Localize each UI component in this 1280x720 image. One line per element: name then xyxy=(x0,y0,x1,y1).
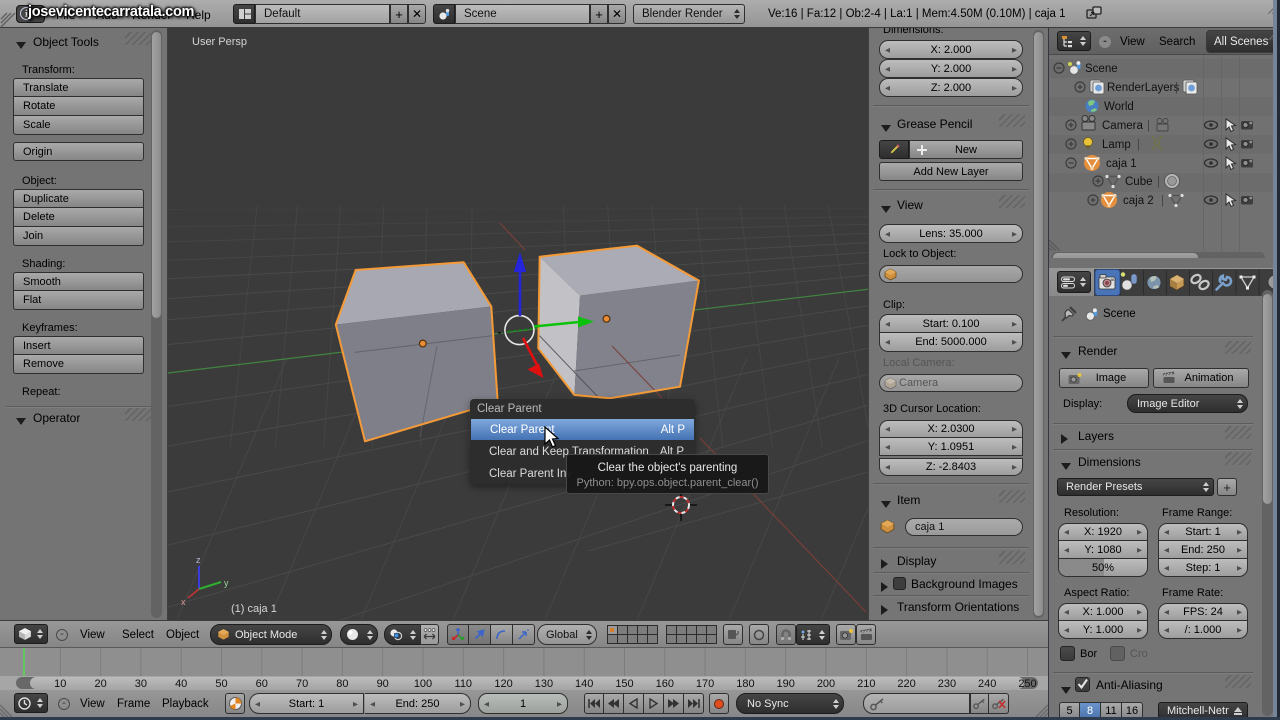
svg-text:180: 180 xyxy=(736,678,754,690)
svg-text:220: 220 xyxy=(897,678,915,690)
svg-text:160: 160 xyxy=(656,678,674,690)
svg-text:World: World xyxy=(1104,101,1134,113)
svg-text:200: 200 xyxy=(817,678,835,690)
svg-text:130: 130 xyxy=(535,678,553,690)
svg-text:90: 90 xyxy=(377,678,389,690)
svg-text:z: z xyxy=(196,555,201,565)
svg-text:Cube: Cube xyxy=(1125,176,1153,188)
svg-text:170: 170 xyxy=(696,678,714,690)
svg-text:250: 250 xyxy=(1018,678,1036,690)
svg-text:80: 80 xyxy=(336,678,348,690)
svg-text:Camera: Camera xyxy=(1102,120,1144,132)
svg-text:120: 120 xyxy=(494,678,512,690)
svg-text:240: 240 xyxy=(978,678,996,690)
svg-text:Lamp: Lamp xyxy=(1102,139,1131,151)
svg-text:40: 40 xyxy=(175,678,187,690)
svg-text:150: 150 xyxy=(615,678,633,690)
svg-text:x: x xyxy=(181,597,186,607)
svg-text:30: 30 xyxy=(135,678,147,690)
svg-text:caja 2: caja 2 xyxy=(1123,195,1154,207)
svg-text:20: 20 xyxy=(94,678,106,690)
svg-text:10: 10 xyxy=(54,678,66,690)
svg-text:190: 190 xyxy=(777,678,795,690)
svg-text:|: | xyxy=(1161,195,1164,207)
svg-text:140: 140 xyxy=(575,678,593,690)
svg-text:70: 70 xyxy=(296,678,308,690)
svg-text:|: | xyxy=(1175,82,1178,94)
svg-text:|: | xyxy=(1147,120,1150,132)
svg-text:Scene: Scene xyxy=(1085,63,1118,75)
svg-text:110: 110 xyxy=(455,678,473,690)
svg-text:210: 210 xyxy=(857,678,875,690)
svg-text:100: 100 xyxy=(414,678,432,690)
svg-text:y: y xyxy=(224,578,229,588)
svg-text:50: 50 xyxy=(215,678,227,690)
svg-text:230: 230 xyxy=(938,678,956,690)
svg-text:caja 1: caja 1 xyxy=(1106,158,1137,170)
svg-text:RenderLayers: RenderLayers xyxy=(1107,82,1179,94)
svg-text:|: | xyxy=(1157,176,1160,188)
svg-text:60: 60 xyxy=(256,678,268,690)
svg-text:|: | xyxy=(1137,139,1140,151)
